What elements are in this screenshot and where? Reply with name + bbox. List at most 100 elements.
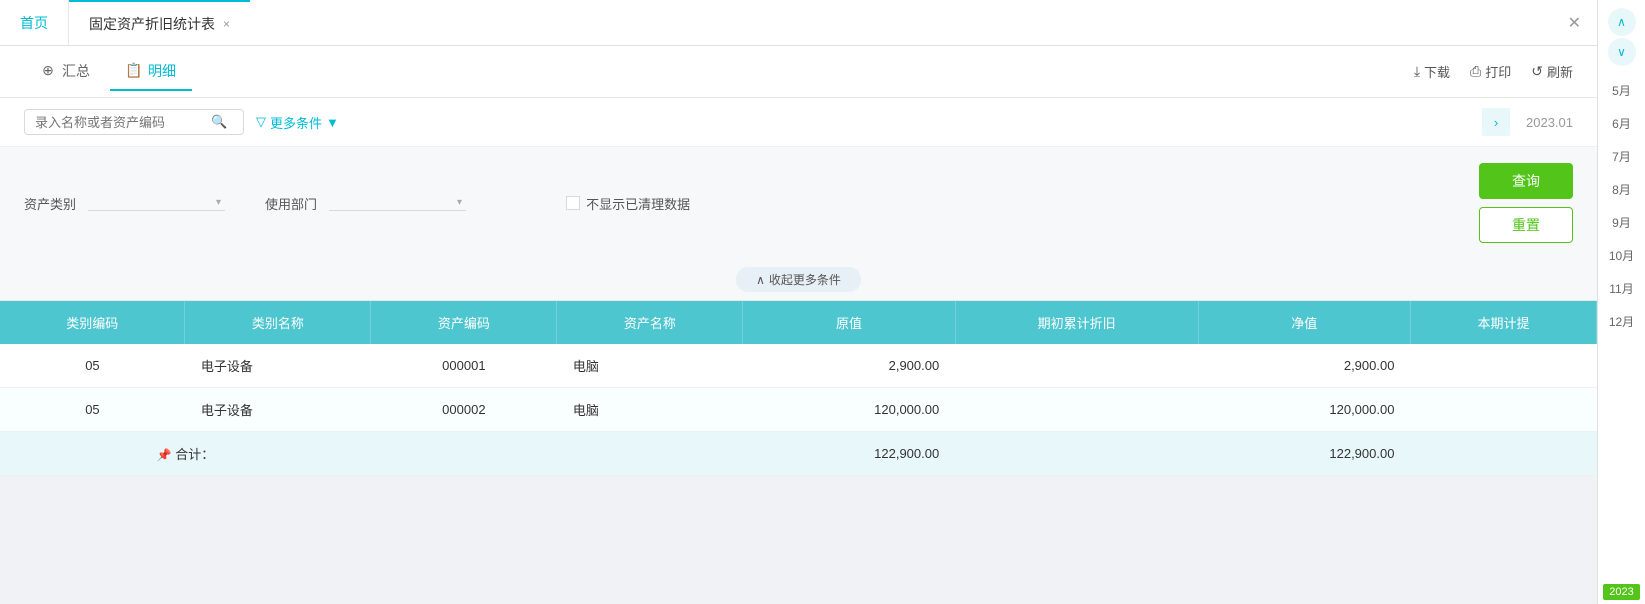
cell-accumulated-depreciation: [955, 388, 1198, 432]
collapse-bar: ∧ 收起更多条件: [24, 259, 1573, 300]
summary-empty1: [371, 432, 557, 476]
date-label: 2023.01: [1526, 115, 1573, 130]
cell-original-value: 2,900.00: [743, 344, 955, 388]
tab-detail-label: 明细: [148, 61, 176, 81]
download-button[interactable]: ⤓ 下载: [1414, 62, 1450, 81]
sidebar-month-item[interactable]: 7月: [1605, 140, 1638, 173]
table-container: 类别编码 类别名称 资产编码 资产名称 原值 期初累计折旧 净值 本期计提 05…: [0, 301, 1597, 604]
department-field: 使用部门 ▾: [265, 194, 466, 213]
download-icon: ⤓: [1414, 63, 1420, 80]
tab-active[interactable]: 固定资产折旧统计表 ×: [69, 0, 250, 45]
more-conditions-arrow: ▼: [326, 115, 339, 130]
sidebar-month-item[interactable]: 6月: [1605, 107, 1638, 140]
sidebar-month-item[interactable]: 8月: [1605, 173, 1638, 206]
window-close-button[interactable]: ✕: [1568, 13, 1581, 33]
sidebar-month-item[interactable]: 11月: [1605, 272, 1638, 305]
scroll-up-button[interactable]: ∧: [1608, 8, 1636, 36]
summary-empty2: [557, 432, 743, 476]
reset-button[interactable]: 重置: [1479, 207, 1573, 243]
tab-home[interactable]: 首页: [0, 0, 69, 45]
hide-cleared-checkbox[interactable]: [566, 196, 580, 210]
search-icon[interactable]: 🔍: [211, 114, 227, 130]
print-icon: ⎙: [1470, 63, 1481, 80]
cell-current-provision: [1410, 388, 1596, 432]
scroll-down-button[interactable]: ∨: [1608, 38, 1636, 66]
search-input-wrapper: 🔍: [24, 109, 244, 135]
tab-detail[interactable]: 📋 明细: [110, 53, 192, 91]
cell-asset-name: 电脑: [557, 388, 743, 432]
summary-label: 📌 合计：: [0, 432, 371, 476]
table-row[interactable]: 05 电子设备 000001 电脑 2,900.00 2,900.00: [0, 344, 1597, 388]
scroll-nav: ∧ ∨: [1608, 8, 1636, 66]
department-dropdown-icon: ▾: [457, 197, 462, 208]
scroll-down-icon: ∨: [1617, 45, 1626, 59]
table-header-row: 类别编码 类别名称 资产编码 资产名称 原值 期初累计折旧 净值 本期计提: [0, 301, 1597, 344]
toolbar: ⊕ 汇总 📋 明细 ⤓ 下载 ⎙ 打印 ↺ 刷新: [0, 46, 1597, 98]
scroll-up-icon: ∧: [1617, 15, 1626, 29]
summary-accumulated-depreciation: [955, 432, 1198, 476]
sidebar-month-item[interactable]: 5月: [1605, 74, 1638, 107]
more-conditions-button[interactable]: ▽ 更多条件 ▼: [256, 113, 339, 132]
detail-icon: 📋: [126, 63, 142, 79]
query-button[interactable]: 查询: [1479, 163, 1573, 199]
tab-summary[interactable]: ⊕ 汇总: [24, 53, 106, 91]
print-button[interactable]: ⎙ 打印: [1470, 62, 1511, 81]
asset-category-dropdown-icon: ▾: [216, 197, 221, 208]
cell-category-name: 电子设备: [185, 388, 371, 432]
collapse-label: 收起更多条件: [769, 271, 841, 288]
department-select[interactable]: ▾: [329, 195, 466, 211]
cell-category-name: 电子设备: [185, 344, 371, 388]
arrow-right-icon: ›: [1494, 115, 1498, 130]
hide-cleared-field: 不显示已清理数据: [566, 194, 690, 213]
search-input[interactable]: [35, 115, 205, 130]
sidebar-month-item[interactable]: 10月: [1605, 239, 1638, 272]
active-tab-label: 固定资产折旧统计表: [89, 14, 215, 34]
filter-icon: ▽: [256, 114, 266, 130]
cell-asset-name: 电脑: [557, 344, 743, 388]
refresh-icon: ↺: [1531, 63, 1543, 80]
cell-original-value: 120,000.00: [743, 388, 955, 432]
asset-category-select[interactable]: ▾: [88, 195, 225, 211]
filter-row: 资产类别 ▾ 使用部门 ▾ 不显示已清理数据 查询 重置: [24, 163, 1573, 243]
col-original-value: 原值: [743, 301, 955, 344]
refresh-button[interactable]: ↺ 刷新: [1531, 62, 1573, 81]
cell-net-value: 120,000.00: [1198, 388, 1410, 432]
month-list: 5月6月7月8月9月10月11月12月: [1605, 74, 1638, 338]
cell-category-code: 05: [0, 344, 185, 388]
sidebar-month-item[interactable]: 9月: [1605, 206, 1638, 239]
asset-category-field: 资产类别 ▾: [24, 194, 225, 213]
collapse-button[interactable]: ∧ 收起更多条件: [736, 267, 861, 292]
cell-category-code: 05: [0, 388, 185, 432]
summary-net-value: 122,900.00: [1198, 432, 1410, 476]
col-asset-code: 资产编码: [371, 301, 557, 344]
collapse-icon: ∧: [756, 273, 765, 287]
cell-asset-code: 000001: [371, 344, 557, 388]
expand-sidebar-button[interactable]: ›: [1482, 108, 1510, 136]
asset-category-label: 资产类别: [24, 194, 80, 213]
cell-accumulated-depreciation: [955, 344, 1198, 388]
col-category-name: 类别名称: [185, 301, 371, 344]
col-asset-name: 资产名称: [557, 301, 743, 344]
filter-actions: 查询 重置: [1479, 163, 1573, 243]
tab-close-icon[interactable]: ×: [223, 17, 230, 31]
right-sidebar: ∧ ∨ 5月6月7月8月9月10月11月12月 2023: [1597, 0, 1645, 604]
summary-current-provision: [1410, 432, 1596, 476]
department-label: 使用部门: [265, 194, 321, 213]
sidebar-month-item[interactable]: 12月: [1605, 305, 1638, 338]
col-category-code: 类别编码: [0, 301, 185, 344]
toolbar-actions: ⤓ 下载 ⎙ 打印 ↺ 刷新: [1414, 62, 1573, 81]
cell-asset-code: 000002: [371, 388, 557, 432]
summary-row: 📌 合计： 122,900.00 122,900.00: [0, 432, 1597, 476]
tab-summary-label: 汇总: [62, 61, 90, 81]
cell-net-value: 2,900.00: [1198, 344, 1410, 388]
col-accumulated-depreciation: 期初累计折旧: [955, 301, 1198, 344]
more-conditions-label: 更多条件: [270, 113, 322, 132]
cell-current-provision: [1410, 344, 1596, 388]
table-row[interactable]: 05 电子设备 000002 电脑 120,000.00 120,000.00: [0, 388, 1597, 432]
download-label: 下载: [1424, 62, 1450, 81]
filter-area: 资产类别 ▾ 使用部门 ▾ 不显示已清理数据 查询 重置: [0, 147, 1597, 301]
col-net-value: 净值: [1198, 301, 1410, 344]
data-table: 类别编码 类别名称 资产编码 资产名称 原值 期初累计折旧 净值 本期计提 05…: [0, 301, 1597, 476]
col-current-provision: 本期计提: [1410, 301, 1596, 344]
search-bar: 🔍 ▽ 更多条件 ▼ › 2023.01: [0, 98, 1597, 147]
